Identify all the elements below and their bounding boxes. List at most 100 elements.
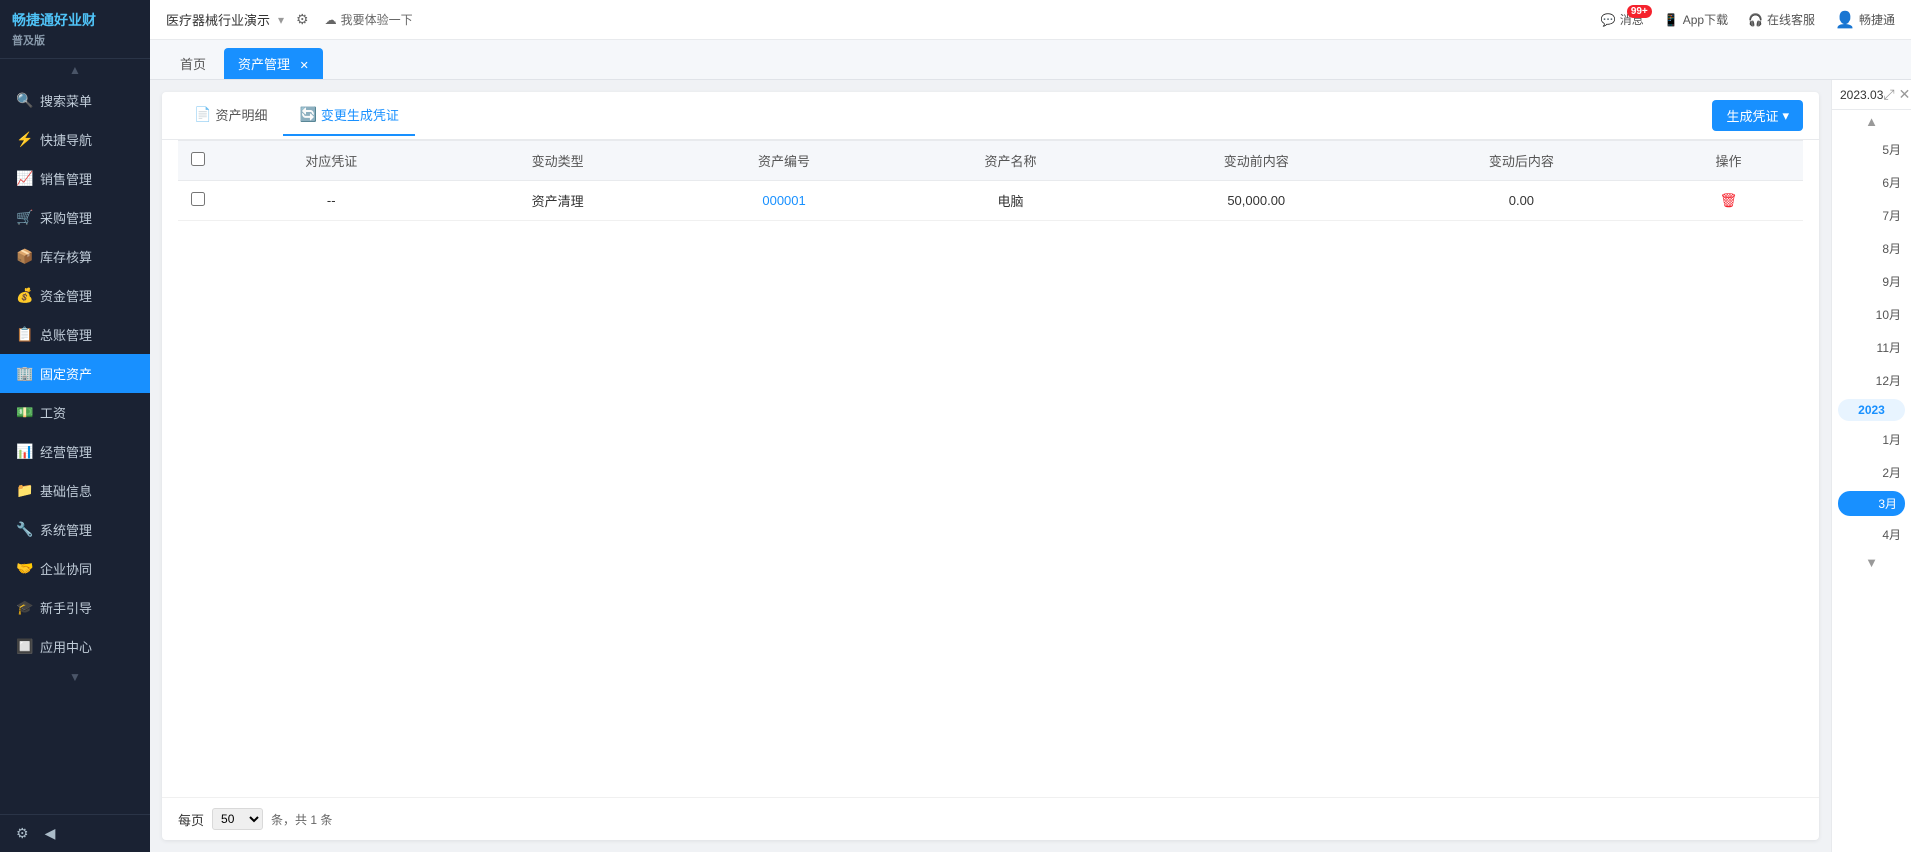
generate-voucher-label: 生成凭证: [1726, 106, 1778, 125]
experience-text[interactable]: 我要体验一下: [341, 11, 413, 28]
pagination: 每页 50 10 20 100 条，共 1 条: [162, 797, 1819, 840]
funds-icon: 💰: [16, 287, 32, 304]
table-wrapper: 对应凭证 变动类型 资产编号 资产名称: [162, 140, 1819, 797]
generate-voucher-button[interactable]: 生成凭证 ▾: [1712, 100, 1803, 131]
date-item-8[interactable]: 8月: [1832, 232, 1911, 265]
purchase-icon: 🛒: [16, 209, 32, 226]
table-row: -- 资产清理 000001 电脑: [178, 181, 1803, 221]
sidebar-bottom: ⚙ ◀: [0, 814, 150, 852]
date-item-10[interactable]: 10月: [1832, 298, 1911, 331]
user-item[interactable]: 👤 畅捷通: [1835, 10, 1895, 30]
app-download-icon: 📱: [1664, 13, 1679, 27]
right-panel-header: 2023.03 ⤢ ✕: [1832, 80, 1911, 110]
col-change-type: 变动类型: [444, 141, 670, 181]
date-item-4-2023[interactable]: 4月: [1832, 518, 1911, 551]
per-page-select[interactable]: 50 10 20 100: [212, 808, 263, 830]
sidebar-item-label: 库存核算: [40, 247, 92, 266]
sales-icon: 📈: [16, 170, 32, 187]
col-asset-name: 资产名称: [897, 141, 1123, 181]
sidebar-item-inventory[interactable]: 📦 库存核算: [0, 237, 150, 276]
date-item-1-2023[interactable]: 1月: [1832, 423, 1911, 456]
messages-badge: 99+: [1627, 5, 1652, 18]
date-year-2023[interactable]: 2023: [1838, 399, 1905, 421]
row-before-change: 50,000.00: [1124, 181, 1389, 221]
date-item-7[interactable]: 7月: [1832, 199, 1911, 232]
header: 医疗器械行业演示 ▾ ⚙ ☁ 我要体验一下 💬 消息 99+ 📱 App下载 🎧…: [150, 0, 1911, 40]
date-scroll-up[interactable]: ▲: [1832, 110, 1911, 133]
expand-icon[interactable]: ⤢: [1883, 86, 1894, 103]
messages-item[interactable]: 💬 消息 99+: [1601, 11, 1644, 28]
sidebar-item-funds[interactable]: 💰 资金管理: [0, 276, 150, 315]
sub-tab-asset-detail[interactable]: 📄 资产明细: [178, 95, 283, 136]
sidebar-item-operations[interactable]: 📊 经营管理: [0, 432, 150, 471]
sidebar-item-label: 搜索菜单: [40, 91, 92, 110]
sub-tab-change-voucher[interactable]: 🔄 变更生成凭证: [283, 95, 414, 136]
settings-icon[interactable]: ⚙: [16, 825, 29, 842]
delete-icon[interactable]: 🗑: [1720, 192, 1738, 208]
sidebar-scroll-down[interactable]: ▼: [0, 666, 150, 688]
tab-asset-management[interactable]: 资产管理 ✕: [224, 48, 323, 79]
sidebar-item-purchase[interactable]: 🛒 采购管理: [0, 198, 150, 237]
sub-tab-row: 📄 资产明细 🔄 变更生成凭证 生成凭证 ▾: [162, 92, 1819, 140]
header-right: 💬 消息 99+ 📱 App下载 🎧 在线客服 👤 畅捷通: [1601, 10, 1895, 30]
dropdown-arrow-icon[interactable]: ▾: [278, 13, 284, 27]
sidebar-item-payroll[interactable]: 💵 工资: [0, 393, 150, 432]
sidebar-item-label: 经营管理: [40, 442, 92, 461]
sidebar-item-tutorial[interactable]: 🎓 新手引导: [0, 588, 150, 627]
row-voucher: --: [218, 181, 444, 221]
sidebar-item-app-center[interactable]: 🔲 应用中心: [0, 627, 150, 666]
sidebar-item-collaboration[interactable]: 🤝 企业协同: [0, 549, 150, 588]
date-item-2-2023[interactable]: 2月: [1832, 456, 1911, 489]
select-all-checkbox[interactable]: [191, 152, 205, 166]
col-asset-code: 资产编号: [671, 141, 897, 181]
row-checkbox[interactable]: [191, 192, 205, 206]
tab-asset-label: 资产管理: [238, 57, 290, 72]
items-count-label: 条，共 1 条: [271, 811, 332, 828]
fixed-assets-icon: 🏢: [16, 365, 32, 382]
sidebar-item-basic-info[interactable]: 📁 基础信息: [0, 471, 150, 510]
basic-info-icon: 📁: [16, 482, 32, 499]
asset-detail-icon: 📄: [194, 106, 211, 123]
date-item-5[interactable]: 5月: [1832, 133, 1911, 166]
sidebar-item-quick-nav[interactable]: ⚡ 快捷导航: [0, 120, 150, 159]
date-item-12[interactable]: 12月: [1832, 364, 1911, 397]
sidebar-item-system[interactable]: 🔧 系统管理: [0, 510, 150, 549]
edition-label: 普及版: [12, 32, 138, 48]
experience-section: ☁ 我要体验一下: [325, 11, 413, 28]
app-center-icon: 🔲: [16, 638, 32, 655]
sidebar-item-label: 资金管理: [40, 286, 92, 305]
date-item-3-2023[interactable]: 3月: [1838, 491, 1905, 516]
customer-service-item[interactable]: 🎧 在线客服: [1748, 11, 1815, 28]
collapse-icon[interactable]: ◀: [45, 825, 56, 842]
tab-home-label: 首页: [180, 57, 206, 72]
sidebar-item-label: 基础信息: [40, 481, 92, 500]
sidebar-item-label: 固定资产: [40, 364, 92, 383]
user-name: 畅捷通: [1859, 11, 1895, 28]
sidebar-item-search[interactable]: 🔍 搜索菜单: [0, 81, 150, 120]
date-item-6[interactable]: 6月: [1832, 166, 1911, 199]
asset-table: 对应凭证 变动类型 资产编号 资产名称: [178, 140, 1803, 221]
sidebar-item-sales[interactable]: 📈 销售管理: [0, 159, 150, 198]
dropdown-chevron-icon: ▾: [1782, 108, 1789, 124]
sidebar-scroll-up[interactable]: ▲: [0, 59, 150, 81]
sidebar: 畅捷通好业财 普及版 ▲ 🔍 搜索菜单 ⚡ 快捷导航 📈 销售管理 🛒 采购管理…: [0, 0, 150, 852]
per-page-label: 每页: [178, 810, 204, 829]
close-panel-icon[interactable]: ✕: [1899, 86, 1911, 103]
sidebar-item-label: 企业协同: [40, 559, 92, 578]
settings-gear-icon[interactable]: ⚙: [296, 11, 309, 28]
tab-close-icon[interactable]: ✕: [300, 60, 309, 72]
tab-home[interactable]: 首页: [166, 48, 220, 79]
sidebar-item-ledger[interactable]: 📋 总账管理: [0, 315, 150, 354]
inventory-icon: 📦: [16, 248, 32, 265]
row-operation: 🗑: [1654, 181, 1803, 221]
row-after-change: 0.00: [1389, 181, 1654, 221]
col-operation: 操作: [1654, 141, 1803, 181]
date-scroll-down[interactable]: ▼: [1832, 551, 1911, 574]
row-asset-name: 电脑: [897, 181, 1123, 221]
app-download-item[interactable]: 📱 App下载: [1664, 11, 1728, 28]
action-bar: 生成凭证 ▾: [1696, 92, 1819, 139]
sidebar-item-fixed-assets[interactable]: 🏢 固定资产: [0, 354, 150, 393]
sidebar-item-label: 总账管理: [40, 325, 92, 344]
date-item-11[interactable]: 11月: [1832, 331, 1911, 364]
date-item-9[interactable]: 9月: [1832, 265, 1911, 298]
